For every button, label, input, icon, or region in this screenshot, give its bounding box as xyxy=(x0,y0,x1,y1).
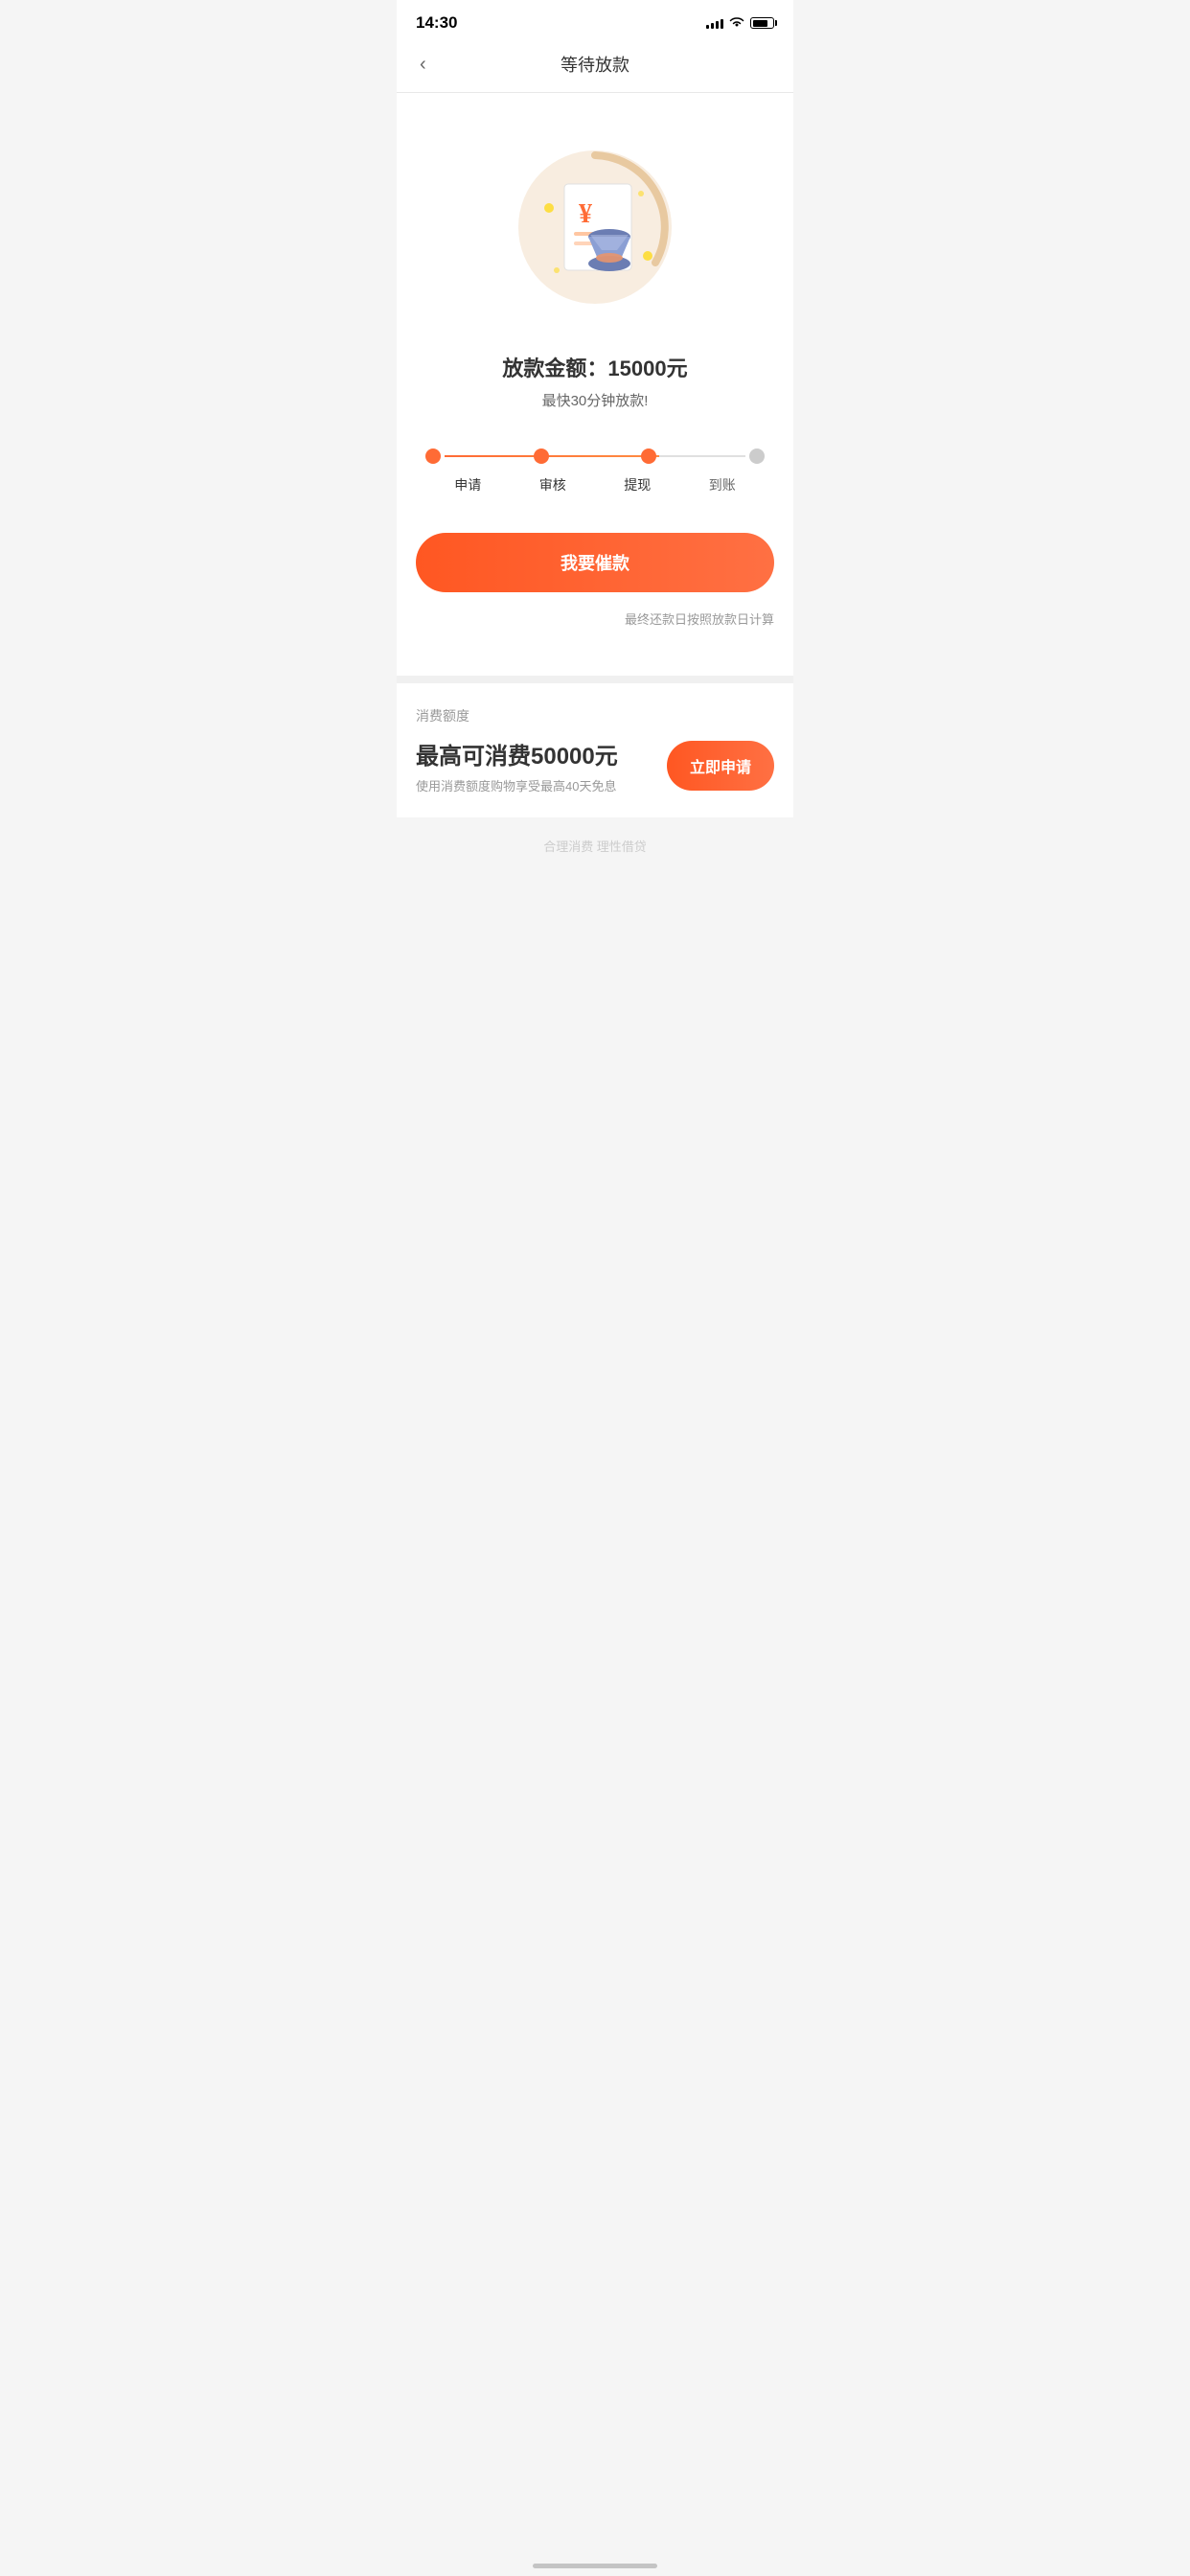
step-label-4: 到账 xyxy=(680,475,766,494)
amount-subtitle: 最快30分钟放款! xyxy=(397,390,793,410)
status-bar: 14:30 xyxy=(397,0,793,40)
consumer-info: 最高可消费50000元 使用消费额度购物享受最高40天免息 xyxy=(416,737,667,794)
amount-prefix: 放款金额： xyxy=(502,356,607,380)
section-divider xyxy=(397,676,793,683)
disclaimer-text: 最终还款日按照放款日计算 xyxy=(397,602,793,647)
progress-section: 申请 审核 提现 到账 xyxy=(397,429,793,523)
step-dot-3 xyxy=(641,448,656,464)
status-time: 14:30 xyxy=(416,13,457,33)
consumer-content: 最高可消费50000元 使用消费额度购物享受最高40天免息 立即申请 xyxy=(416,737,774,794)
nav-header: ‹ 等待放款 xyxy=(397,40,793,93)
step-label-2: 审核 xyxy=(511,475,596,494)
step-label-3: 提现 xyxy=(595,475,680,494)
hourglass-illustration: ¥ xyxy=(499,131,691,323)
step-label-1: 申请 xyxy=(425,475,511,494)
action-button-section: 我要催款 xyxy=(397,523,793,602)
svg-text:¥: ¥ xyxy=(579,199,592,229)
home-indicator xyxy=(533,2564,657,2568)
back-button[interactable]: ‹ xyxy=(412,50,434,80)
page-title: 等待放款 xyxy=(561,52,629,77)
status-icons xyxy=(706,15,774,31)
wifi-icon xyxy=(729,15,744,31)
main-content: ¥ 放款金额：15000元 最快30分钟放款! xyxy=(397,93,793,676)
apply-button[interactable]: 立即申请 xyxy=(667,741,774,791)
urge-button[interactable]: 我要催款 xyxy=(416,533,774,592)
footer-text: 合理消费 理性借贷 xyxy=(397,817,793,893)
illustration-area: ¥ xyxy=(397,93,793,342)
signal-icon xyxy=(706,17,723,29)
step-dot-1 xyxy=(425,448,441,464)
amount-section: 放款金额：15000元 最快30分钟放款! xyxy=(397,342,793,429)
consumer-card: 消费额度 最高可消费50000元 使用消费额度购物享受最高40天免息 立即申请 xyxy=(397,683,793,817)
progress-track xyxy=(425,448,765,464)
battery-icon xyxy=(750,17,774,29)
progress-line-filled xyxy=(445,455,659,457)
step-dot-4 xyxy=(749,448,765,464)
step-labels: 申请 审核 提现 到账 xyxy=(425,475,765,494)
step-dot-2 xyxy=(534,448,549,464)
amount-value: 15000元 xyxy=(607,356,687,380)
consumer-amount: 最高可消费50000元 xyxy=(416,737,667,770)
amount-title: 放款金额：15000元 xyxy=(397,352,793,382)
consumer-label: 消费额度 xyxy=(416,706,774,725)
consumer-desc: 使用消费额度购物享受最高40天免息 xyxy=(416,776,667,794)
